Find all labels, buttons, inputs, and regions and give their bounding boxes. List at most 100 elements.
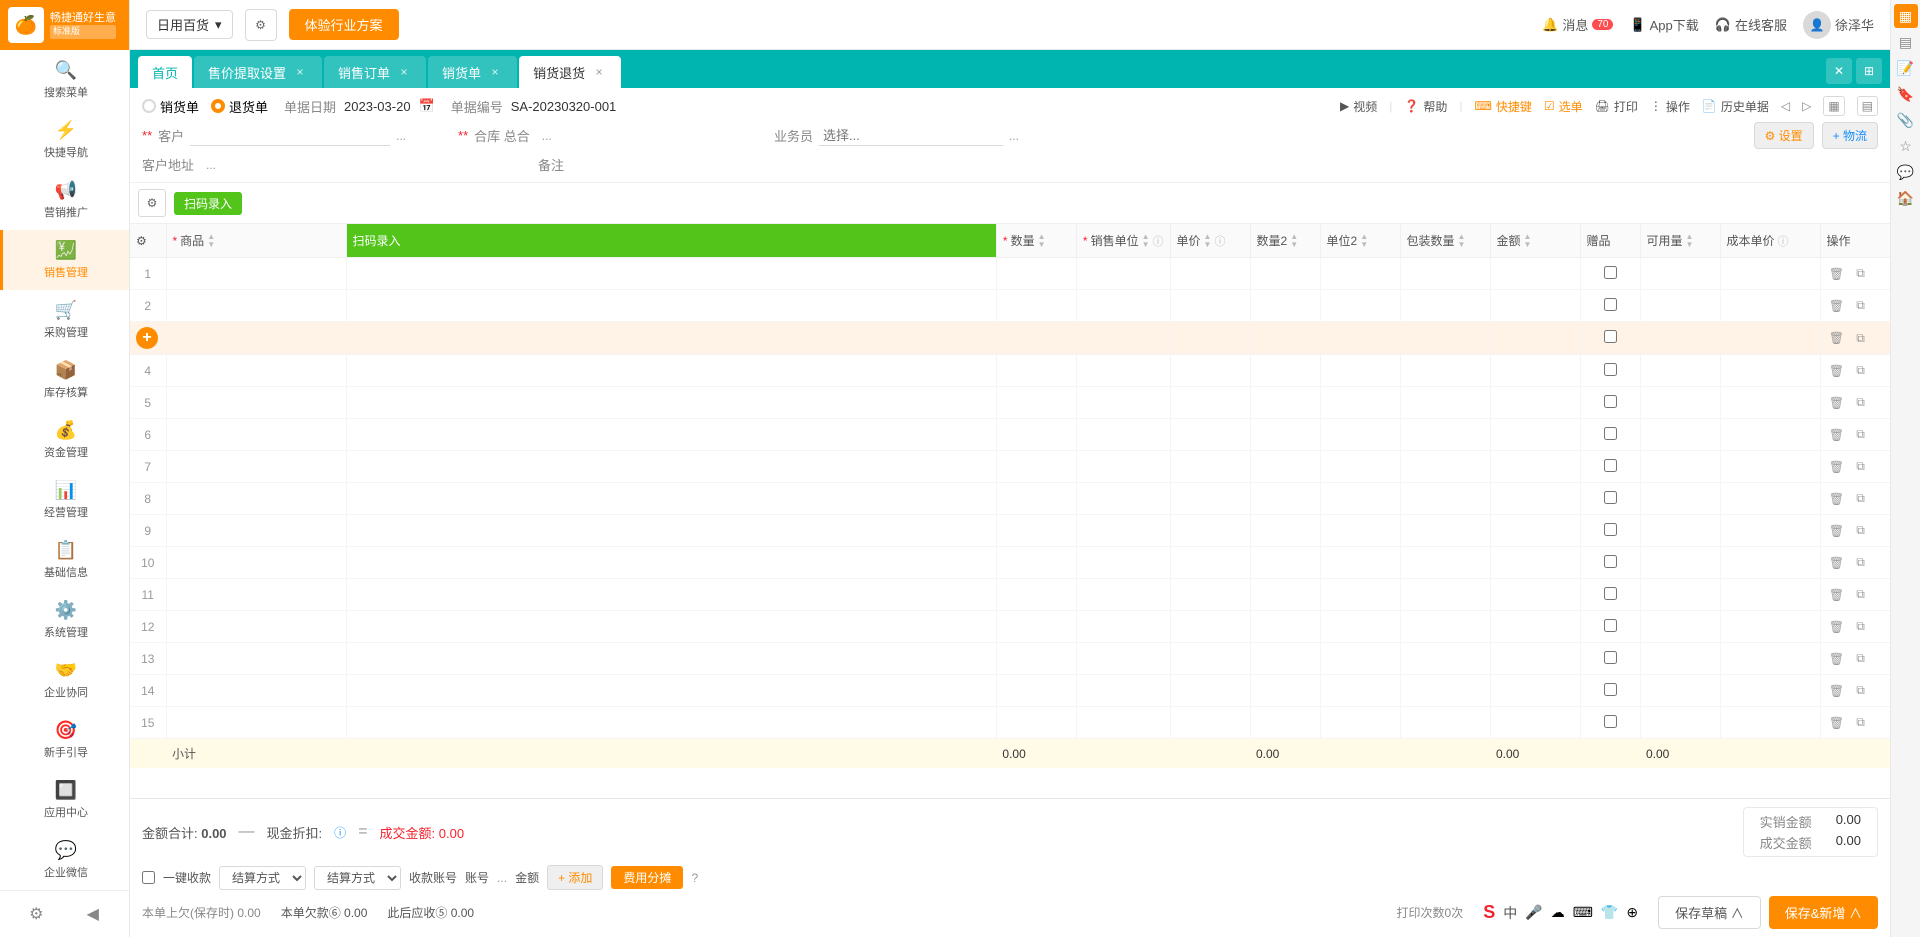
delete-row-1[interactable]: 🗑 (1827, 264, 1847, 284)
operations-link[interactable]: ⋮ 操作 (1650, 98, 1690, 115)
radio-delivery[interactable]: 销货单 (142, 97, 199, 116)
copy-row-10[interactable]: ⧉ (1851, 553, 1871, 573)
gift-checkbox-15[interactable] (1604, 715, 1617, 728)
sidebar-item-search[interactable]: 🔍 搜索菜单 (0, 50, 129, 110)
customer-service-button[interactable]: 🎧 在线客服 (1715, 15, 1787, 34)
help-link[interactable]: ❓ 帮助 (1404, 98, 1447, 115)
discount-info-icon[interactable]: ⓘ (334, 824, 346, 841)
right-sidebar-notepad[interactable]: 📝 (1894, 56, 1918, 80)
print-link[interactable]: 🖨 打印 (1595, 98, 1638, 115)
tab-sales-order[interactable]: 销售订单 × (324, 56, 426, 88)
tab-close-sales-delivery[interactable]: × (487, 64, 503, 80)
delete-row-10[interactable]: 🗑 (1827, 553, 1847, 573)
sidebar-item-inventory[interactable]: 📦 库存核算 (0, 350, 129, 410)
settings-button[interactable]: ⚙ 设置 (1754, 122, 1814, 149)
gift-checkbox-10[interactable] (1604, 555, 1617, 568)
tab-home[interactable]: 首页 (138, 56, 192, 88)
copy-row-8[interactable]: ⧉ (1851, 489, 1871, 509)
sidebar-item-appstore[interactable]: 🔲 应用中心 (0, 770, 129, 830)
product-input-3[interactable] (173, 331, 340, 345)
nav-next-icon[interactable]: ▷ (1802, 99, 1811, 113)
gift-checkbox-13[interactable] (1604, 651, 1617, 664)
copy-row-5[interactable]: ⧉ (1851, 393, 1871, 413)
salesperson-input[interactable] (819, 126, 1003, 146)
sidebar-item-shortcut[interactable]: ⚡ 快捷导航 (0, 110, 129, 170)
sidebar-item-system[interactable]: ⚙️ 系统管理 (0, 590, 129, 650)
copy-row-7[interactable]: ⧉ (1851, 457, 1871, 477)
radio-return[interactable]: 退货单 (211, 97, 268, 116)
video-link[interactable]: ▶ 视频 (1340, 98, 1377, 115)
tab-close-all-button[interactable]: ✕ (1826, 58, 1852, 84)
copy-row-4[interactable]: ⧉ (1851, 361, 1871, 381)
gift-checkbox-4[interactable] (1604, 363, 1617, 376)
shirt-icon[interactable]: 👕 (1601, 904, 1618, 921)
mic-icon[interactable]: 🎤 (1525, 904, 1542, 921)
salesperson-dots[interactable]: ... (1009, 129, 1019, 143)
gift-checkbox-3[interactable] (1604, 330, 1617, 343)
delete-row-11[interactable]: 🗑 (1827, 585, 1847, 605)
save-draft-button[interactable]: 保存草稿 ∧ (1658, 896, 1761, 929)
delete-row-14[interactable]: 🗑 (1827, 681, 1847, 701)
onepay-checkbox[interactable] (142, 871, 155, 884)
sidebar-item-purchase[interactable]: 🛒 采购管理 (0, 290, 129, 350)
nav-prev-icon[interactable]: ◁ (1781, 99, 1790, 113)
tab-menu-button[interactable]: ⊞ (1856, 58, 1882, 84)
delete-row-12[interactable]: 🗑 (1827, 617, 1847, 637)
delete-row-15[interactable]: 🗑 (1827, 713, 1847, 733)
table-settings-icon[interactable]: ⚙ (138, 189, 166, 217)
add-row-button[interactable]: + (136, 327, 158, 349)
scan-button[interactable]: 扫码录入 (174, 192, 242, 215)
gift-checkbox-9[interactable] (1604, 523, 1617, 536)
feiyong-button[interactable]: 费用分摊 (611, 866, 683, 889)
feiyong-help-icon[interactable]: ? (691, 871, 698, 885)
right-sidebar-home[interactable]: 🏠 (1894, 186, 1918, 210)
gift-checkbox-12[interactable] (1604, 619, 1617, 632)
sidebar-item-enterprise[interactable]: 🤝 企业协同 (0, 650, 129, 710)
tab-close-sales-order[interactable]: × (396, 64, 412, 80)
delete-row-5[interactable]: 🗑 (1827, 393, 1847, 413)
logistics-button[interactable]: + 物流 (1822, 122, 1878, 149)
copy-row-13[interactable]: ⧉ (1851, 649, 1871, 669)
history-link[interactable]: 📄 历史单据 (1702, 98, 1769, 115)
sidebar-settings-button[interactable]: ⚙ (21, 899, 51, 929)
delete-row-6[interactable]: 🗑 (1827, 425, 1847, 445)
copy-row-14[interactable]: ⧉ (1851, 681, 1871, 701)
gift-checkbox-8[interactable] (1604, 491, 1617, 504)
gift-checkbox-2[interactable] (1604, 298, 1617, 311)
delete-row-7[interactable]: 🗑 (1827, 457, 1847, 477)
tab-sales-return[interactable]: 销货退货 × (519, 56, 621, 88)
copy-row-9[interactable]: ⧉ (1851, 521, 1871, 541)
gift-checkbox-11[interactable] (1604, 587, 1617, 600)
customer-input[interactable] (190, 126, 390, 146)
shortcut-link[interactable]: ⌨ 快捷键 (1474, 98, 1531, 115)
copy-row-3[interactable]: ⧉ (1851, 328, 1871, 348)
topbar-settings-button[interactable]: ⚙ (245, 9, 277, 41)
sidebar-item-operations[interactable]: 📊 经营管理 (0, 470, 129, 530)
copy-row-12[interactable]: ⧉ (1851, 617, 1871, 637)
gift-checkbox-6[interactable] (1604, 427, 1617, 440)
right-sidebar-chat[interactable]: 💬 (1894, 160, 1918, 184)
cloud-icon[interactable]: ☁ (1551, 904, 1565, 921)
warehouse-dots[interactable]: ... (542, 129, 552, 143)
addr-dots[interactable]: ... (206, 158, 216, 172)
experience-button[interactable]: 体验行业方案 (289, 9, 399, 40)
gift-checkbox-7[interactable] (1604, 459, 1617, 472)
tab-close-price-extract[interactable]: × (292, 64, 308, 80)
sidebar-item-marketing[interactable]: 📢 营销推广 (0, 170, 129, 230)
gift-checkbox-14[interactable] (1604, 683, 1617, 696)
right-sidebar-grid1[interactable]: ▦ (1894, 4, 1918, 28)
column-settings-icon[interactable]: ⚙ (136, 234, 147, 248)
sidebar-item-newbie[interactable]: 🎯 新手引导 (0, 710, 129, 770)
delete-row-8[interactable]: 🗑 (1827, 489, 1847, 509)
account-dots[interactable]: ... (497, 871, 507, 885)
right-sidebar-bookmark[interactable]: 🔖 (1894, 82, 1918, 106)
save-new-button[interactable]: 保存&新增 ∧ (1769, 896, 1878, 929)
add-payment-button[interactable]: + 添加 (547, 865, 603, 890)
gift-checkbox-1[interactable] (1604, 266, 1617, 279)
notification-button[interactable]: 🔔 消息 70 (1542, 15, 1613, 34)
app-download-button[interactable]: 📱 App下载 (1629, 15, 1698, 34)
tab-sales-delivery[interactable]: 销货单 × (428, 56, 517, 88)
copy-row-15[interactable]: ⧉ (1851, 713, 1871, 733)
sidebar-item-wechat[interactable]: 💬 企业微信 (0, 830, 129, 890)
calendar-icon[interactable]: 📅 (419, 98, 435, 114)
